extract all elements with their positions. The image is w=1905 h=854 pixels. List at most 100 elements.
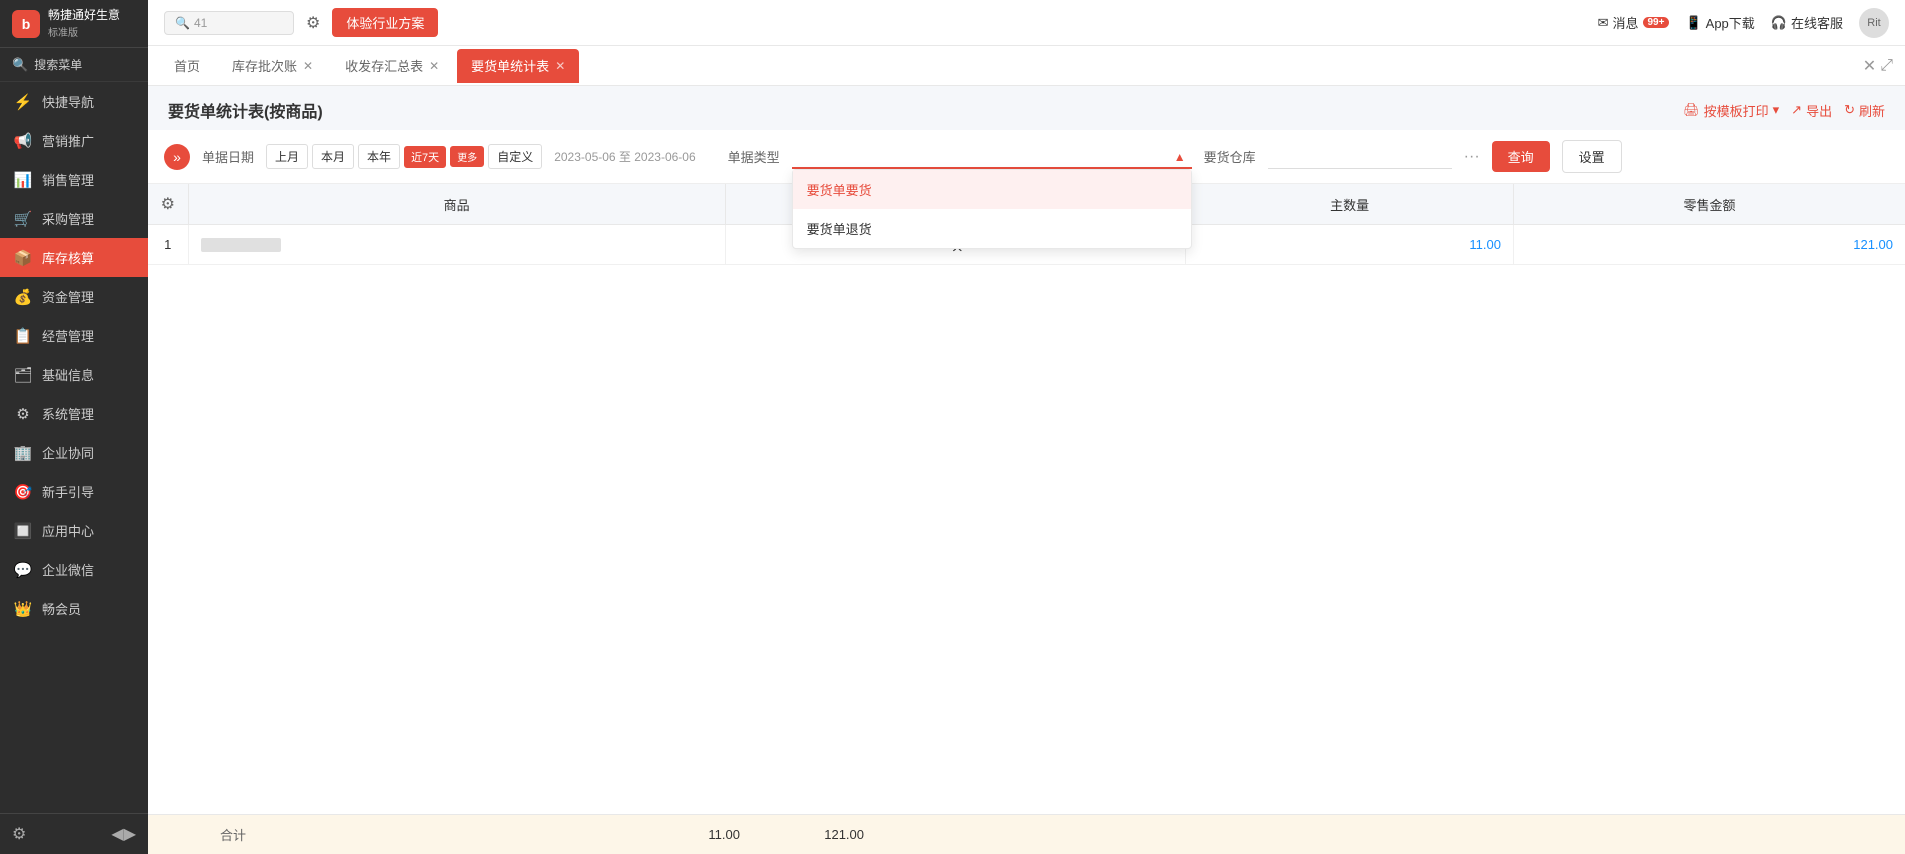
- app-title: 畅捷通好生意: [48, 8, 120, 24]
- warehouse-input[interactable]: [1268, 145, 1452, 169]
- print-icon: 🖨: [1683, 102, 1700, 118]
- page-header: 要货单统计表(按商品) 🖨 按模板打印 ▾ ↗ 导出 ↻ 刷新: [148, 86, 1905, 130]
- sidebar-item-basic[interactable]: 🗂 基础信息: [0, 355, 148, 394]
- topbar-right: ✉ 消息 99+ 📱 App下载 🎧 在线客服 Rit: [1598, 8, 1889, 38]
- tab-label-order-summary: 要货单统计表: [471, 56, 549, 75]
- sidebar-item-enterprise[interactable]: 🏢 企业协同: [0, 433, 148, 472]
- tab-close-order-summary[interactable]: ✕: [555, 60, 565, 72]
- type-select-input[interactable]: [792, 144, 1192, 169]
- type-select-container: ▲ 要货单要货 要货单退货: [792, 144, 1192, 169]
- nav-icon-enterprise: 🏢: [12, 444, 34, 462]
- sidebar-item-finance[interactable]: 💰 资金管理: [0, 277, 148, 316]
- nav-label-sales: 销售管理: [42, 170, 94, 189]
- app-download-button[interactable]: 📱 App下载: [1685, 13, 1754, 32]
- page-content: 要货单统计表(按商品) 🖨 按模板打印 ▾ ↗ 导出 ↻ 刷新: [148, 86, 1905, 854]
- sidebar-bottom: ⚙ ◀▶: [0, 813, 148, 854]
- refresh-button[interactable]: ↻ 刷新: [1844, 101, 1885, 120]
- nav-label-purchase: 采购管理: [42, 209, 94, 228]
- topbar-search-num: 41: [194, 16, 207, 30]
- topbar-settings-icon[interactable]: ⚙: [306, 13, 320, 33]
- nav-icon-operation: 📋: [12, 327, 34, 345]
- trial-button[interactable]: 体验行业方案: [332, 8, 438, 37]
- expand-icon: »: [173, 149, 181, 165]
- this-year-button[interactable]: 本年: [358, 144, 400, 169]
- nav-label-marketing: 营销推广: [42, 131, 94, 150]
- support-label: 在线客服: [1791, 13, 1843, 32]
- expand-tabs-icon[interactable]: ⤢: [1880, 57, 1893, 75]
- custom-date-button[interactable]: 自定义: [488, 144, 542, 169]
- download-label: App下载: [1706, 13, 1755, 32]
- export-button[interactable]: ↗ 导出: [1791, 101, 1832, 120]
- tab-label-inventory-batch: 库存批次账: [232, 56, 297, 75]
- topbar-search-box[interactable]: 🔍 41: [164, 11, 294, 35]
- nav-label-member: 畅会员: [42, 599, 81, 618]
- nav-label-operation: 经营管理: [42, 326, 94, 345]
- nav-label-finance: 资金管理: [42, 287, 94, 306]
- sidebar-search[interactable]: 🔍 搜索菜单: [0, 48, 148, 82]
- nav-icon-system: ⚙: [12, 405, 34, 423]
- col-header-amount: 零售金额: [1513, 184, 1905, 225]
- dropdown-item-order-goods[interactable]: 要货单要货: [793, 170, 1191, 209]
- tab-order-summary[interactable]: 要货单统计表 ✕: [457, 49, 579, 83]
- sidebar-item-operation[interactable]: 📋 经营管理: [0, 316, 148, 355]
- date-filter-buttons: 上月 本月 本年 近7天 更多 自定义: [266, 144, 542, 169]
- sidebar-item-sales[interactable]: 📊 销售管理: [0, 160, 148, 199]
- more-date-button[interactable]: 更多: [450, 146, 484, 167]
- nav-icon-sales: 📊: [12, 171, 34, 189]
- sidebar-item-guide[interactable]: 🎯 新手引导: [0, 472, 148, 511]
- tab-close-receive-summary[interactable]: ✕: [429, 60, 439, 72]
- support-icon: 🎧: [1771, 15, 1787, 31]
- col-header-settings[interactable]: ⚙: [148, 184, 188, 225]
- nav-label-quick-nav: 快捷导航: [42, 92, 94, 111]
- column-settings-button[interactable]: ⚙: [161, 194, 175, 214]
- print-dropdown-icon: ▾: [1773, 102, 1780, 118]
- summary-qty: 11.00: [620, 827, 740, 842]
- cell-amount[interactable]: 121.00: [1513, 225, 1905, 265]
- nav-icon-appstore: 🔲: [12, 522, 34, 540]
- filter-bar: » 单据日期 上月 本月 本年 近7天 更多 自定义 2023-05-06 至 …: [148, 130, 1905, 184]
- search-icon: 🔍: [12, 57, 28, 73]
- dropdown-item-order-return[interactable]: 要货单退货: [793, 209, 1191, 248]
- sidebar-item-inventory[interactable]: 📦 库存核算: [0, 238, 148, 277]
- sidebar-item-marketing[interactable]: 📢 营销推广: [0, 121, 148, 160]
- sidebar-nav: ⚡ 快捷导航 📢 营销推广 📊 销售管理 🛒 采购管理 📦 库存核算 💰 资金管…: [0, 82, 148, 813]
- warehouse-more-icon[interactable]: ···: [1464, 148, 1480, 166]
- last-7-days-button[interactable]: 近7天: [404, 146, 446, 168]
- query-button[interactable]: 查询: [1492, 141, 1550, 172]
- settings-button[interactable]: 设置: [1562, 140, 1622, 173]
- sidebar-item-purchase[interactable]: 🛒 采购管理: [0, 199, 148, 238]
- nav-label-basic: 基础信息: [42, 365, 94, 384]
- download-icon: 📱: [1685, 15, 1701, 31]
- nav-icon-wechat: 💬: [12, 561, 34, 579]
- message-icon: ✉: [1598, 15, 1609, 31]
- settings-icon[interactable]: ⚙: [12, 824, 26, 844]
- topbar: 🔍 41 ⚙ 体验行业方案 ✉ 消息 99+ 📱 App下载 🎧 在线客服 Ri…: [148, 0, 1905, 46]
- tab-home[interactable]: 首页: [160, 49, 214, 83]
- filter-expand-button[interactable]: »: [164, 144, 190, 170]
- sidebar-item-appstore[interactable]: 🔲 应用中心: [0, 511, 148, 550]
- message-button[interactable]: ✉ 消息 99+: [1598, 13, 1670, 32]
- sidebar-logo: b 畅捷通好生意 标准版: [0, 0, 148, 48]
- collapse-icon[interactable]: ◀▶: [111, 824, 136, 844]
- date-range-display: 2023-05-06 至 2023-06-06: [554, 148, 695, 165]
- sidebar-item-wechat[interactable]: 💬 企业微信: [0, 550, 148, 589]
- this-month-button[interactable]: 本月: [312, 144, 354, 169]
- print-button[interactable]: 🖨 按模板打印 ▾: [1683, 101, 1779, 120]
- support-button[interactable]: 🎧 在线客服: [1771, 13, 1843, 32]
- tab-inventory-batch[interactable]: 库存批次账 ✕: [218, 49, 327, 83]
- tab-receive-summary[interactable]: 收发存汇总表✕: [331, 49, 453, 83]
- sidebar-item-member[interactable]: 👑 畅会员: [0, 589, 148, 628]
- nav-icon-member: 👑: [12, 600, 34, 618]
- last-month-button[interactable]: 上月: [266, 144, 308, 169]
- sidebar-item-system[interactable]: ⚙ 系统管理: [0, 394, 148, 433]
- sidebar-item-quick-nav[interactable]: ⚡ 快捷导航: [0, 82, 148, 121]
- user-avatar[interactable]: Rit: [1859, 8, 1889, 38]
- nav-icon-quick-nav: ⚡: [12, 93, 34, 111]
- tab-close-inventory-batch[interactable]: ✕: [303, 60, 313, 72]
- nav-label-enterprise: 企业协同: [42, 443, 94, 462]
- sidebar: b 畅捷通好生意 标准版 🔍 搜索菜单 ⚡ 快捷导航 📢 营销推广 📊 销售管理…: [0, 0, 148, 854]
- message-label: 消息: [1612, 13, 1638, 32]
- close-all-icon[interactable]: ✕: [1863, 56, 1876, 76]
- product-name-placeholder: [201, 238, 281, 252]
- cell-qty[interactable]: 11.00: [1186, 225, 1514, 265]
